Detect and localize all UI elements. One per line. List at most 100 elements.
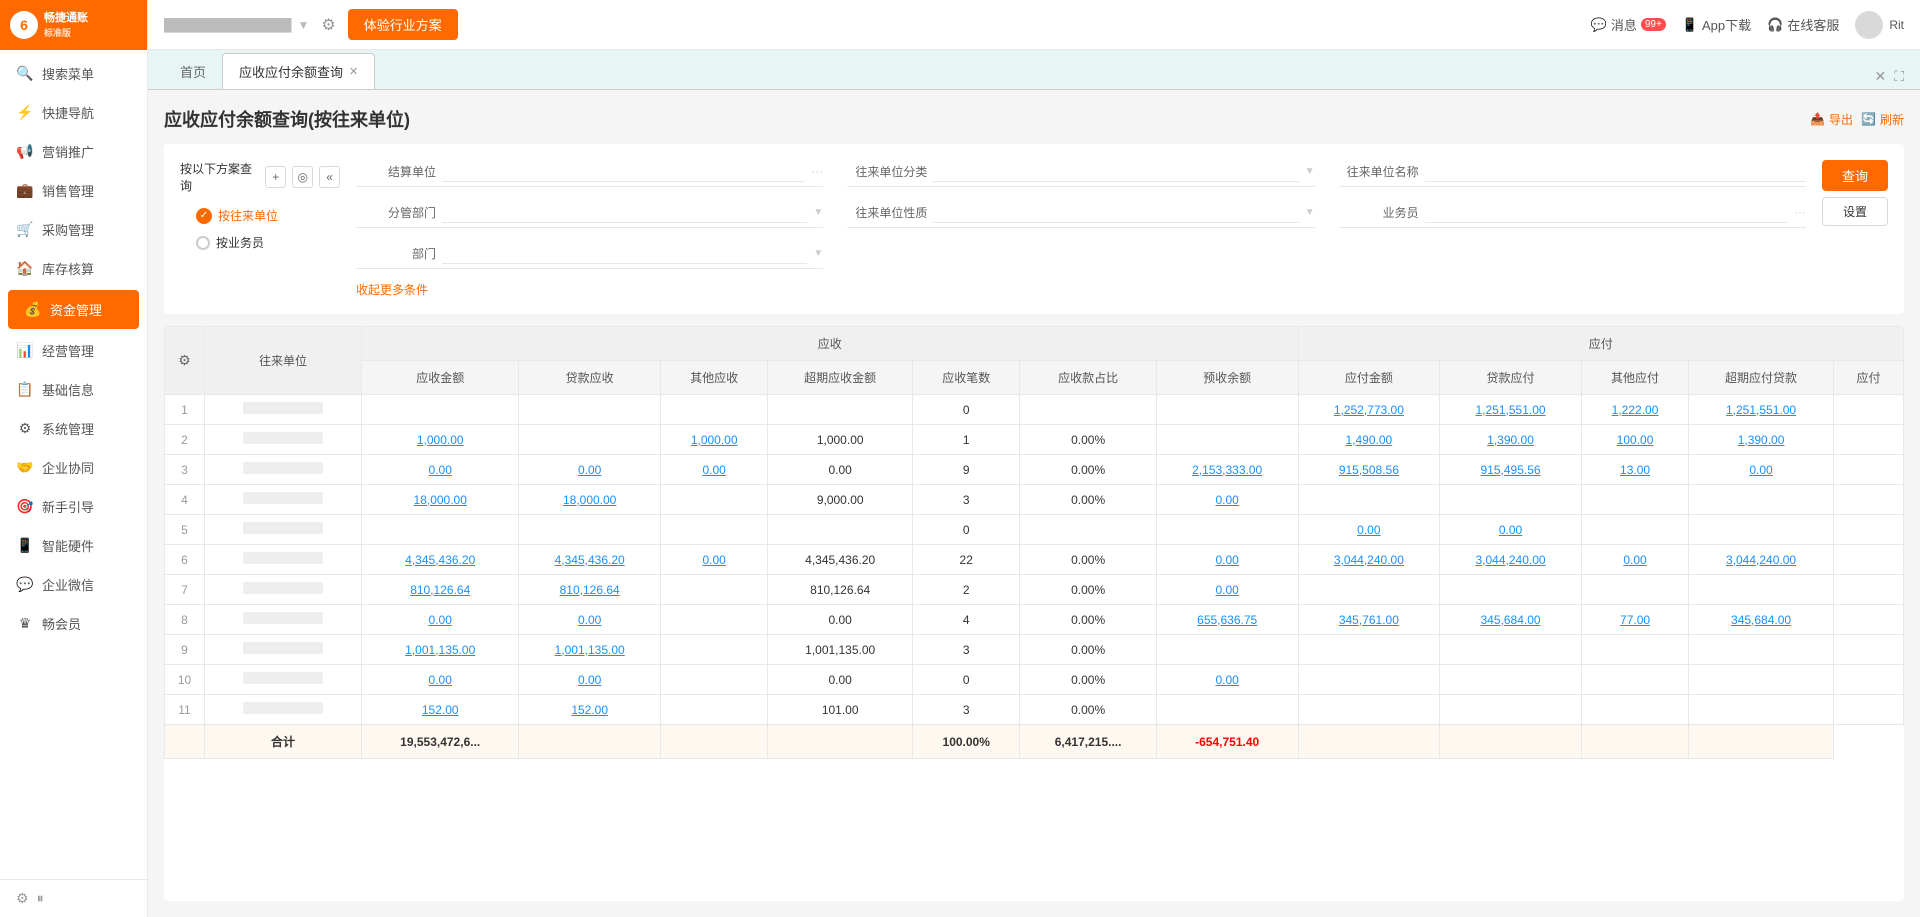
tab-maximize-icon[interactable]: ⛶ — [1894, 68, 1904, 85]
cell-link[interactable]: 810,126.64 — [410, 583, 470, 597]
cell-link[interactable]: 0.00 — [1216, 493, 1239, 507]
sidebar-item-快捷导航[interactable]: ⚡快捷导航 — [0, 93, 147, 132]
cell-link[interactable]: 3,044,240.00 — [1475, 553, 1545, 567]
cell-link[interactable]: 2,153,333.00 — [1192, 463, 1262, 477]
field-value[interactable] — [442, 201, 807, 223]
sidebar-item-智能硬件[interactable]: 📱智能硬件 — [0, 526, 147, 565]
tab-close-icon[interactable]: ✕ — [349, 65, 358, 78]
cell-link[interactable]: 0.00 — [429, 613, 452, 627]
cell-link[interactable]: 0.00 — [429, 463, 452, 477]
cell-link[interactable]: 915,508.56 — [1339, 463, 1399, 477]
export-button[interactable]: 📤 导出 — [1810, 111, 1853, 128]
cell-link[interactable]: 0.00 — [1216, 553, 1239, 567]
field-value[interactable] — [933, 201, 1298, 223]
cell-link[interactable]: 345,684.00 — [1731, 613, 1791, 627]
cell-link[interactable]: 0.00 — [702, 463, 725, 477]
sidebar-item-企业协同[interactable]: 🤝企业协同 — [0, 448, 147, 487]
cell-link[interactable]: 3,044,240.00 — [1726, 553, 1796, 567]
tab-home[interactable]: 首页 — [164, 54, 222, 89]
cell-link[interactable]: 1,390.00 — [1738, 433, 1785, 447]
sidebar-item-库存核算[interactable]: 🏠库存核算 — [0, 249, 147, 288]
sidebar-item-营销推广[interactable]: 📢营销推广 — [0, 132, 147, 171]
sidebar-item-新手引导[interactable]: 🎯新手引导 — [0, 487, 147, 526]
table-settings-header[interactable]: ⚙ — [165, 327, 205, 395]
scheme-settings-button[interactable]: ◎ — [292, 166, 313, 188]
cell-link[interactable]: 0.00 — [1216, 673, 1239, 687]
sidebar-item-资金管理[interactable]: 💰资金管理 — [8, 290, 139, 329]
message-button[interactable]: 💬 消息 99+ — [1591, 15, 1666, 34]
cell-link[interactable]: 915,495.56 — [1480, 463, 1540, 477]
download-button[interactable]: 📱 App下载 — [1682, 15, 1751, 34]
field-value[interactable] — [933, 160, 1298, 182]
cell-link[interactable]: 18,000.00 — [414, 493, 467, 507]
cell-link[interactable]: 1,251,551.00 — [1475, 403, 1545, 417]
scheme-by-salesperson[interactable]: 按业务员 — [196, 231, 340, 254]
cell-link[interactable]: 0.00 — [578, 463, 601, 477]
cell-link[interactable]: 1,001,135.00 — [555, 643, 625, 657]
dots-icon[interactable]: ··· — [811, 164, 823, 178]
sidebar-item-基础信息[interactable]: 📋基础信息 — [0, 370, 147, 409]
field-value[interactable] — [442, 160, 805, 182]
cell-link[interactable]: 0.00 — [1749, 463, 1772, 477]
sidebar-item-销售管理[interactable]: 💼销售管理 — [0, 171, 147, 210]
sidebar-item-采购管理[interactable]: 🛒采购管理 — [0, 210, 147, 249]
cell-link[interactable]: 1,251,551.00 — [1726, 403, 1796, 417]
cell-link[interactable]: 152.00 — [571, 703, 608, 717]
cell-link[interactable]: 0.00 — [1357, 523, 1380, 537]
cell-link[interactable]: 1,000.00 — [691, 433, 738, 447]
field-value[interactable] — [1425, 201, 1788, 223]
cell-link[interactable]: 1,390.00 — [1487, 433, 1534, 447]
cell-link[interactable]: 0.00 — [702, 553, 725, 567]
sidebar-item-搜索菜单[interactable]: 🔍搜索菜单 — [0, 54, 147, 93]
query-button[interactable]: 查询 — [1822, 160, 1888, 191]
cell-link[interactable]: 100.00 — [1617, 433, 1654, 447]
scheme-by-partner[interactable]: ✓ 按往来单位 — [196, 204, 340, 227]
dots-icon[interactable]: ··· — [1794, 205, 1806, 219]
add-scheme-button[interactable]: + — [265, 166, 286, 188]
field-value[interactable] — [1425, 160, 1806, 182]
cell-link[interactable]: 0.00 — [1499, 523, 1522, 537]
cell-link[interactable]: 1,222.00 — [1612, 403, 1659, 417]
dropdown-icon[interactable]: ▼ — [813, 207, 823, 218]
cell-link[interactable]: 1,000.00 — [417, 433, 464, 447]
cell-link[interactable]: 0.00 — [429, 673, 452, 687]
settings-icon[interactable]: ⚙ — [321, 15, 335, 35]
table-gear-icon[interactable]: ⚙ — [178, 352, 191, 368]
dropdown-icon[interactable]: ▼ — [1305, 166, 1315, 177]
sidebar-item-企业微信[interactable]: 💬企业微信 — [0, 565, 147, 604]
refresh-button[interactable]: 🔄 刷新 — [1861, 111, 1904, 128]
cell-link[interactable]: 1,001,135.00 — [405, 643, 475, 657]
sidebar-item-畅会员[interactable]: ♛畅会员 — [0, 604, 147, 643]
cell-link[interactable]: 810,126.64 — [560, 583, 620, 597]
dropdown-icon[interactable]: ▼ — [813, 248, 823, 259]
cell-link[interactable]: 1,490.00 — [1345, 433, 1392, 447]
field-value[interactable] — [442, 242, 807, 264]
cell-link[interactable]: 152.00 — [422, 703, 459, 717]
cell-link[interactable]: 13.00 — [1620, 463, 1650, 477]
cell-link[interactable]: 345,684.00 — [1480, 613, 1540, 627]
cell-link[interactable]: 0.00 — [1216, 583, 1239, 597]
cell-link[interactable]: 0.00 — [578, 673, 601, 687]
cell-link[interactable]: 0.00 — [578, 613, 601, 627]
cell-link[interactable]: 655,636.75 — [1197, 613, 1257, 627]
setting-button[interactable]: 设置 — [1822, 197, 1888, 226]
cell-link[interactable]: 3,044,240.00 — [1334, 553, 1404, 567]
cell-link[interactable]: 345,761.00 — [1339, 613, 1399, 627]
sidebar-item-经营管理[interactable]: 📊经营管理 — [0, 331, 147, 370]
solution-button[interactable]: 体验行业方案 — [348, 9, 458, 40]
settings-footer-icon[interactable]: ⚙ — [16, 890, 29, 907]
cell-link[interactable]: 4,345,436.20 — [405, 553, 475, 567]
cell-link[interactable]: 1,252,773.00 — [1334, 403, 1404, 417]
cell-link[interactable]: 4,345,436.20 — [555, 553, 625, 567]
cell-link[interactable]: 77.00 — [1620, 613, 1650, 627]
tab-balance-query[interactable]: 应收应付余额查询 ✕ — [222, 53, 375, 89]
scheme-collapse-button[interactable]: « — [319, 166, 340, 188]
dropdown-icon[interactable]: ▼ — [1305, 207, 1315, 218]
cell-link[interactable]: 0.00 — [1623, 553, 1646, 567]
collapse-button[interactable]: 收起更多条件 — [356, 281, 1806, 298]
cell-link[interactable]: 18,000.00 — [563, 493, 616, 507]
collapse-sidebar-icon[interactable]: ⏸ — [37, 890, 44, 907]
sidebar-item-系统管理[interactable]: ⚙系统管理 — [0, 409, 147, 448]
tab-close-window-icon[interactable]: ✕ — [1874, 68, 1886, 85]
service-button[interactable]: 🎧 在线客服 — [1767, 15, 1839, 34]
